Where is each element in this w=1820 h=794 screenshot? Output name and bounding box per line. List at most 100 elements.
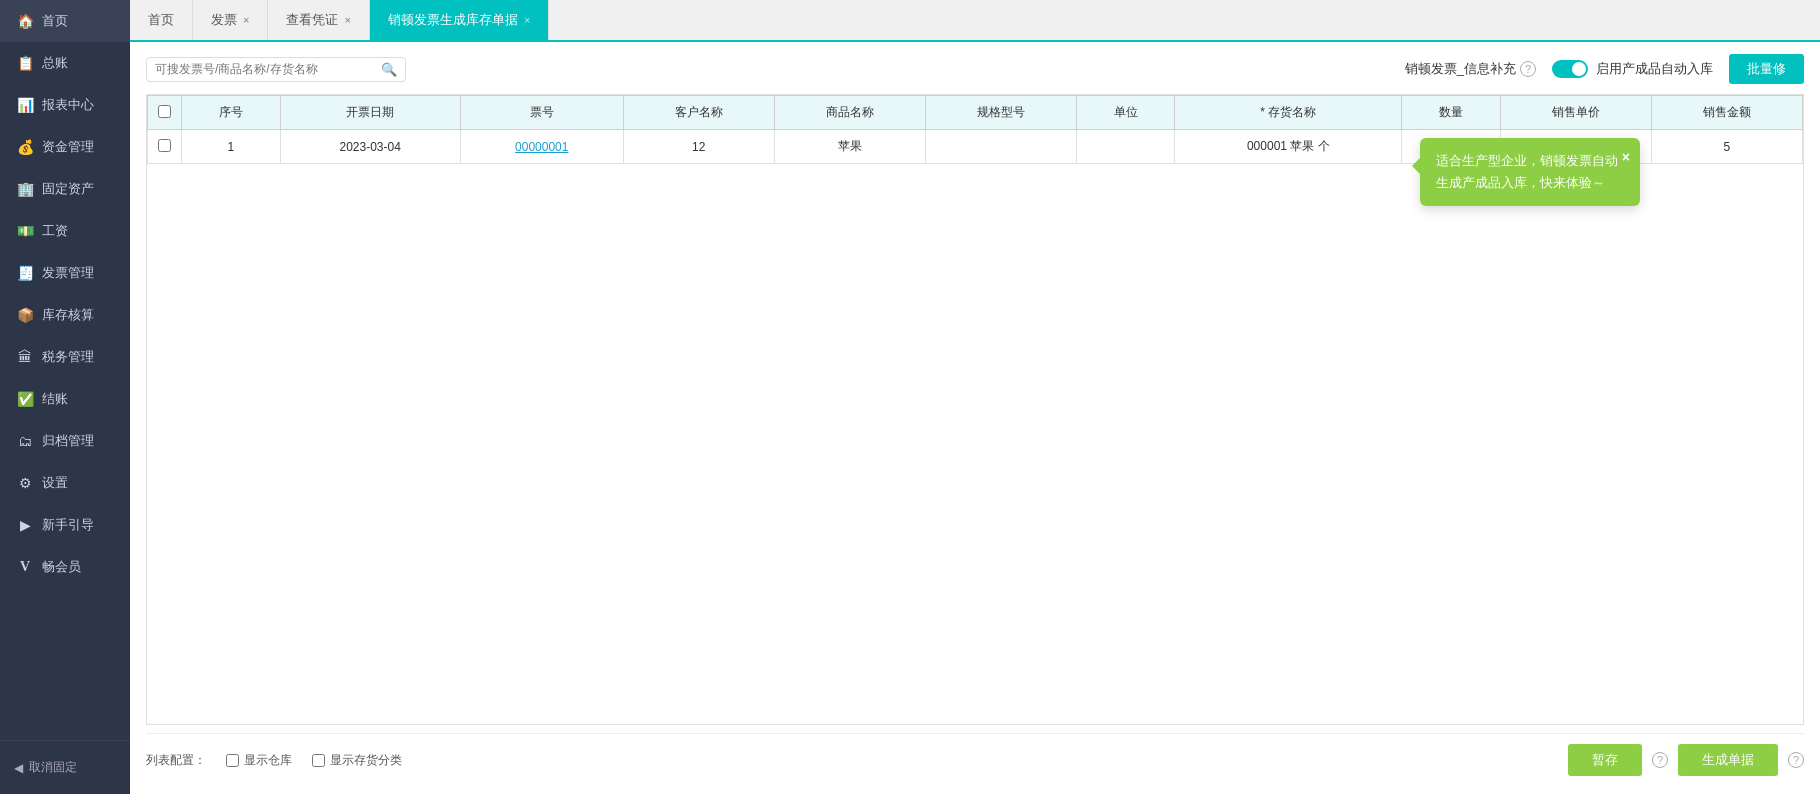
- sidebar-item-member[interactable]: V 畅会员: [0, 546, 130, 588]
- tab-sale-invoice-close-icon[interactable]: ×: [524, 14, 530, 26]
- col-spec: 规格型号: [925, 96, 1076, 130]
- tab-voucher-close-icon[interactable]: ×: [344, 14, 350, 26]
- col-product: 商品名称: [774, 96, 925, 130]
- show-warehouse-label: 显示仓库: [244, 752, 292, 769]
- row-checkbox-cell[interactable]: [148, 130, 182, 164]
- cell-product: 苹果: [774, 130, 925, 164]
- show-category-check[interactable]: 显示存货分类: [312, 752, 402, 769]
- sidebar-item-label: 发票管理: [42, 264, 94, 282]
- toolbar-right: 销顿发票_信息补充 ? 启用产成品自动入库 批量修: [1405, 54, 1804, 84]
- generate-help-icon[interactable]: ?: [1788, 752, 1804, 768]
- col-date: 开票日期: [280, 96, 460, 130]
- col-customer: 客户名称: [623, 96, 774, 130]
- sidebar-item-reports[interactable]: 📊 报表中心: [0, 84, 130, 126]
- content-area: 🔍 销顿发票_信息补充 ? 启用产成品自动入库 批量修: [130, 42, 1820, 794]
- batch-button[interactable]: 批量修: [1729, 54, 1804, 84]
- show-category-label: 显示存货分类: [330, 752, 402, 769]
- toolbar-row: 🔍 销顿发票_信息补充 ? 启用产成品自动入库 批量修: [146, 54, 1804, 84]
- cell-seq: 1: [182, 130, 281, 164]
- sidebar-item-close-account[interactable]: ✅ 结账: [0, 378, 130, 420]
- cell-ticket-no[interactable]: 00000001: [460, 130, 623, 164]
- col-unit-price: 销售单价: [1500, 96, 1651, 130]
- table-header-checkbox[interactable]: [148, 96, 182, 130]
- sidebar-item-home[interactable]: 🏠 首页: [0, 0, 130, 42]
- cell-amount: 5: [1651, 130, 1802, 164]
- cancel-fixed-button[interactable]: ◀ 取消固定: [0, 749, 130, 786]
- sidebar-item-archive[interactable]: 🗂 归档管理: [0, 420, 130, 462]
- sidebar-item-ledger[interactable]: 📋 总账: [0, 42, 130, 84]
- col-amount: 销售金额: [1651, 96, 1802, 130]
- sidebar-item-label: 设置: [42, 474, 68, 492]
- save-help-icon[interactable]: ?: [1652, 752, 1668, 768]
- main-area: 首页 发票 × 查看凭证 × 销顿发票生成库存单据 × 🔍 销顿发票_信息补充 …: [130, 0, 1820, 794]
- tab-bar: 首页 发票 × 查看凭证 × 销顿发票生成库存单据 ×: [130, 0, 1820, 42]
- toggle-area: 启用产成品自动入库: [1552, 60, 1713, 78]
- tab-home[interactable]: 首页: [130, 0, 193, 40]
- sidebar-item-label: 归档管理: [42, 432, 94, 450]
- sidebar-item-label: 工资: [42, 222, 68, 240]
- row-checkbox[interactable]: [158, 139, 171, 152]
- col-qty: 数量: [1402, 96, 1501, 130]
- sidebar-item-label: 库存核算: [42, 306, 94, 324]
- guide-icon: ▶: [16, 516, 34, 534]
- tab-voucher-label: 查看凭证: [286, 11, 338, 29]
- cell-spec: [925, 130, 1076, 164]
- tooltip-text: 适合生产型企业，销顿发票自动生成产成品入库，快来体验～: [1436, 153, 1618, 190]
- sidebar-item-label: 首页: [42, 12, 68, 30]
- tab-invoice[interactable]: 发票 ×: [193, 0, 268, 40]
- col-unit: 单位: [1076, 96, 1175, 130]
- search-input[interactable]: [155, 62, 381, 76]
- info-label: 销顿发票_信息补充 ?: [1405, 60, 1536, 78]
- tab-voucher[interactable]: 查看凭证 ×: [268, 0, 369, 40]
- show-warehouse-checkbox[interactable]: [226, 754, 239, 767]
- sidebar-item-label: 畅会员: [42, 558, 81, 576]
- sidebar-item-salary[interactable]: 💵 工资: [0, 210, 130, 252]
- sidebar-item-invoice-mgmt[interactable]: 🧾 发票管理: [0, 252, 130, 294]
- sidebar-item-label: 报表中心: [42, 96, 94, 114]
- tooltip-bubble: × 适合生产型企业，销顿发票自动生成产成品入库，快来体验～: [1420, 138, 1640, 206]
- info-label-text: 销顿发票_信息补充: [1405, 60, 1516, 78]
- col-inventory: * 存货名称: [1175, 96, 1402, 130]
- tax-icon: 🏛: [16, 348, 34, 366]
- sidebar-item-label: 资金管理: [42, 138, 94, 156]
- ticket-no-link[interactable]: 00000001: [515, 140, 568, 154]
- sidebar-item-label: 结账: [42, 390, 68, 408]
- info-help-icon[interactable]: ?: [1520, 61, 1536, 77]
- sidebar-item-inventory[interactable]: 📦 库存核算: [0, 294, 130, 336]
- sidebar-item-label: 固定资产: [42, 180, 94, 198]
- sidebar-item-tax[interactable]: 🏛 税务管理: [0, 336, 130, 378]
- list-config-label: 列表配置：: [146, 752, 206, 769]
- toggle-label: 启用产成品自动入库: [1596, 60, 1713, 78]
- sidebar-item-fixed-assets[interactable]: 🏢 固定资产: [0, 168, 130, 210]
- ledger-icon: 📋: [16, 54, 34, 72]
- cell-customer: 12: [623, 130, 774, 164]
- sidebar-item-label: 税务管理: [42, 348, 94, 366]
- sidebar-item-label: 总账: [42, 54, 68, 72]
- fixed-assets-icon: 🏢: [16, 180, 34, 198]
- sidebar-item-guide[interactable]: ▶ 新手引导: [0, 504, 130, 546]
- reports-icon: 📊: [16, 96, 34, 114]
- cell-inventory[interactable]: 000001 苹果 个: [1175, 130, 1402, 164]
- home-icon: 🏠: [16, 12, 34, 30]
- footer: 列表配置： 显示仓库 显示存货分类 暂存 ? 生成单据 ?: [146, 733, 1804, 782]
- tab-sale-invoice-label: 销顿发票生成库存单据: [388, 11, 518, 29]
- auto-warehouse-toggle[interactable]: [1552, 60, 1588, 78]
- tab-invoice-label: 发票: [211, 11, 237, 29]
- cell-unit: [1076, 130, 1175, 164]
- search-icon: 🔍: [381, 62, 397, 77]
- tooltip-close-icon[interactable]: ×: [1622, 146, 1630, 170]
- save-button[interactable]: 暂存: [1568, 744, 1642, 776]
- tab-invoice-close-icon[interactable]: ×: [243, 14, 249, 26]
- search-box[interactable]: 🔍: [146, 57, 406, 82]
- select-all-checkbox[interactable]: [158, 105, 171, 118]
- cancel-fixed-icon: ◀: [14, 761, 23, 775]
- show-category-checkbox[interactable]: [312, 754, 325, 767]
- generate-button[interactable]: 生成单据: [1678, 744, 1778, 776]
- tab-sale-invoice[interactable]: 销顿发票生成库存单据 ×: [370, 0, 549, 40]
- sidebar-item-funds[interactable]: 💰 资金管理: [0, 126, 130, 168]
- salary-icon: 💵: [16, 222, 34, 240]
- close-account-icon: ✅: [16, 390, 34, 408]
- settings-icon: ⚙: [16, 474, 34, 492]
- sidebar-item-settings[interactable]: ⚙ 设置: [0, 462, 130, 504]
- show-warehouse-check[interactable]: 显示仓库: [226, 752, 292, 769]
